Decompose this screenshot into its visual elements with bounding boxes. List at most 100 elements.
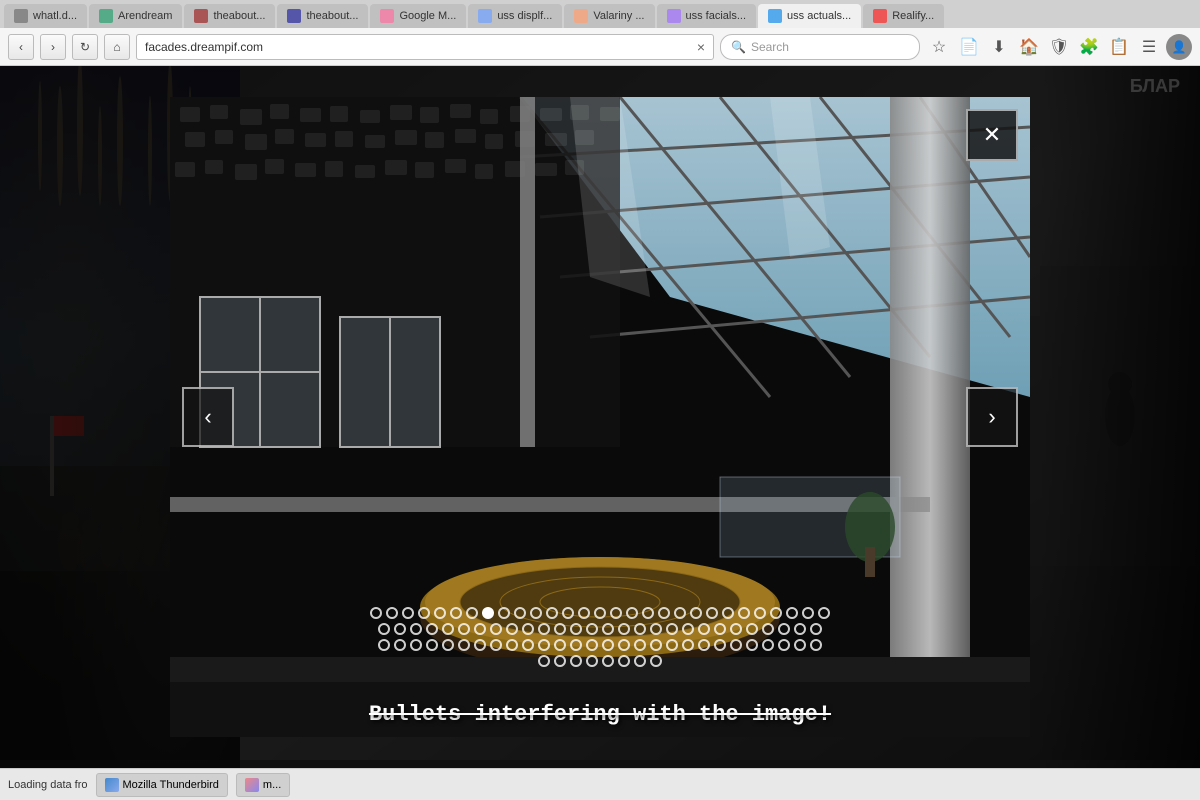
bullet-0-8[interactable] xyxy=(498,607,510,619)
bullet-2-1[interactable] xyxy=(394,639,406,651)
bullet-1-4[interactable] xyxy=(442,623,454,635)
bullet-3-0[interactable] xyxy=(538,655,550,667)
lightbox-prev-button[interactable]: ‹ xyxy=(182,387,234,447)
bullet-0-19[interactable] xyxy=(674,607,686,619)
bullet-0-16[interactable] xyxy=(626,607,638,619)
bullet-1-24[interactable] xyxy=(762,623,774,635)
bullet-2-11[interactable] xyxy=(554,639,566,651)
address-clear-button[interactable]: × xyxy=(697,39,705,55)
bullet-1-10[interactable] xyxy=(538,623,550,635)
bullet-0-4[interactable] xyxy=(434,607,446,619)
bullet-1-14[interactable] xyxy=(602,623,614,635)
search-bar[interactable]: 🔍 Search xyxy=(720,34,920,60)
back-button[interactable]: ‹ xyxy=(8,34,34,60)
download-icon[interactable]: ⬇ xyxy=(986,34,1012,60)
bullet-1-6[interactable] xyxy=(474,623,486,635)
bullet-2-6[interactable] xyxy=(474,639,486,651)
bullet-2-12[interactable] xyxy=(570,639,582,651)
bullet-3-4[interactable] xyxy=(602,655,614,667)
bullet-2-5[interactable] xyxy=(458,639,470,651)
bullet-1-13[interactable] xyxy=(586,623,598,635)
bullet-0-0[interactable] xyxy=(370,607,382,619)
tab-8[interactable]: uss actuals... xyxy=(758,4,861,28)
bullet-1-17[interactable] xyxy=(650,623,662,635)
bullet-2-15[interactable] xyxy=(618,639,630,651)
bullet-1-7[interactable] xyxy=(490,623,502,635)
tab-0[interactable]: whatl.d... xyxy=(4,4,87,28)
bullet-0-5[interactable] xyxy=(450,607,462,619)
bullet-2-10[interactable] xyxy=(538,639,550,651)
bullet-0-28[interactable] xyxy=(818,607,830,619)
bullet-2-20[interactable] xyxy=(698,639,710,651)
bullet-0-10[interactable] xyxy=(530,607,542,619)
bullet-1-12[interactable] xyxy=(570,623,582,635)
shield-icon[interactable]: 🛡 xyxy=(1046,34,1072,60)
bullet-1-8[interactable] xyxy=(506,623,518,635)
menu-icon[interactable]: ☰ xyxy=(1136,34,1162,60)
bullet-0-3[interactable] xyxy=(418,607,430,619)
clipboard-icon[interactable]: 📋 xyxy=(1106,34,1132,60)
bullet-1-3[interactable] xyxy=(426,623,438,635)
bullet-2-16[interactable] xyxy=(634,639,646,651)
lightbox-next-button[interactable]: › xyxy=(966,387,1018,447)
bullet-2-14[interactable] xyxy=(602,639,614,651)
tab-3[interactable]: theabout... xyxy=(277,4,368,28)
bullet-1-2[interactable] xyxy=(410,623,422,635)
bullet-0-12[interactable] xyxy=(562,607,574,619)
reload-button[interactable]: ↻ xyxy=(72,34,98,60)
bullet-0-24[interactable] xyxy=(754,607,766,619)
bullet-0-27[interactable] xyxy=(802,607,814,619)
address-bar[interactable]: facades.dreampif.com × xyxy=(136,34,714,60)
bullet-2-2[interactable] xyxy=(410,639,422,651)
bullet-3-5[interactable] xyxy=(618,655,630,667)
bullet-0-25[interactable] xyxy=(770,607,782,619)
puzzle-icon[interactable]: 🧩 xyxy=(1076,34,1102,60)
bullet-1-0[interactable] xyxy=(378,623,390,635)
bullet-1-19[interactable] xyxy=(682,623,694,635)
bullet-2-24[interactable] xyxy=(762,639,774,651)
bullet-0-20[interactable] xyxy=(690,607,702,619)
bullet-3-2[interactable] xyxy=(570,655,582,667)
profile-icon[interactable]: 👤 xyxy=(1166,34,1192,60)
bullet-1-23[interactable] xyxy=(746,623,758,635)
bullet-3-7[interactable] xyxy=(650,655,662,667)
taskbar-thunderbird[interactable]: Mozilla Thunderbird xyxy=(96,773,228,797)
bookmark-icon[interactable]: ☆ xyxy=(926,34,952,60)
bullet-1-9[interactable] xyxy=(522,623,534,635)
home-button[interactable]: ⌂ xyxy=(104,34,130,60)
bullet-1-25[interactable] xyxy=(778,623,790,635)
bullet-2-8[interactable] xyxy=(506,639,518,651)
tab-2[interactable]: theabout... xyxy=(184,4,275,28)
tab-9[interactable]: Realify... xyxy=(863,4,944,28)
bullet-2-4[interactable] xyxy=(442,639,454,651)
bullet-1-5[interactable] xyxy=(458,623,470,635)
bullet-3-3[interactable] xyxy=(586,655,598,667)
bullet-0-11[interactable] xyxy=(546,607,558,619)
bullet-2-21[interactable] xyxy=(714,639,726,651)
tab-6[interactable]: Valariny ... xyxy=(564,4,654,28)
bullet-0-13[interactable] xyxy=(578,607,590,619)
bullet-2-13[interactable] xyxy=(586,639,598,651)
bullet-0-23[interactable] xyxy=(738,607,750,619)
bullet-0-15[interactable] xyxy=(610,607,622,619)
bullet-0-1[interactable] xyxy=(386,607,398,619)
tab-7[interactable]: uss facials... xyxy=(657,4,757,28)
bullet-0-26[interactable] xyxy=(786,607,798,619)
bullet-2-17[interactable] xyxy=(650,639,662,651)
bullet-1-16[interactable] xyxy=(634,623,646,635)
bullet-1-21[interactable] xyxy=(714,623,726,635)
bullet-0-18[interactable] xyxy=(658,607,670,619)
bullet-2-22[interactable] xyxy=(730,639,742,651)
bullet-2-26[interactable] xyxy=(794,639,806,651)
bullet-2-7[interactable] xyxy=(490,639,502,651)
bullet-1-22[interactable] xyxy=(730,623,742,635)
forward-button[interactable]: › xyxy=(40,34,66,60)
bullet-2-18[interactable] xyxy=(666,639,678,651)
bullet-1-20[interactable] xyxy=(698,623,710,635)
bullet-0-9[interactable] xyxy=(514,607,526,619)
bullet-2-9[interactable] xyxy=(522,639,534,651)
home-nav-icon[interactable]: 🏠 xyxy=(1016,34,1042,60)
bullet-2-23[interactable] xyxy=(746,639,758,651)
bullet-0-22[interactable] xyxy=(722,607,734,619)
tab-4[interactable]: Google M... xyxy=(370,4,466,28)
